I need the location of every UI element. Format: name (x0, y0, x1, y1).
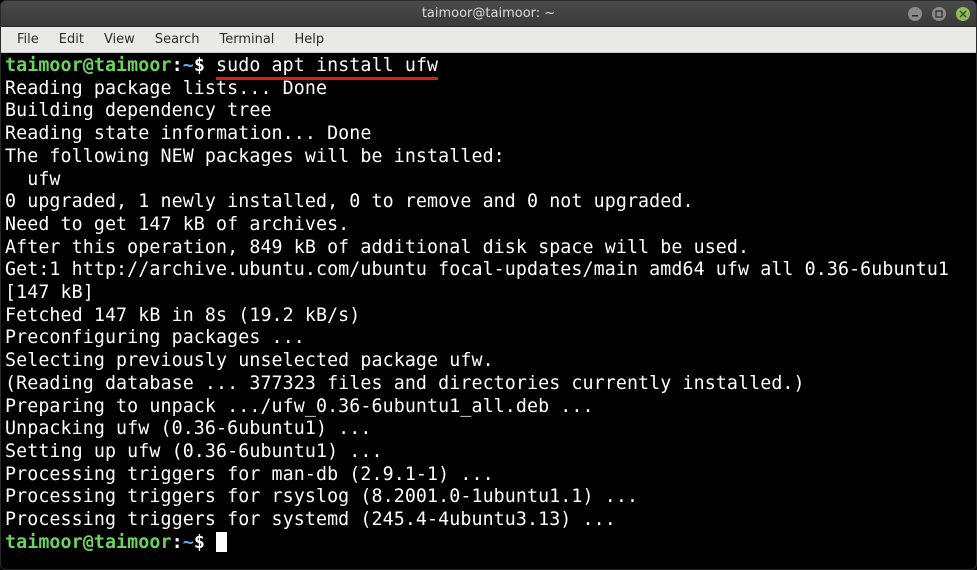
menu-file[interactable]: File (7, 28, 49, 51)
window-controls (908, 1, 970, 27)
output-line: Processing triggers for man-db (2.9.1-1)… (5, 464, 972, 487)
menu-view[interactable]: View (94, 28, 145, 51)
output-line: Building dependency tree (5, 100, 972, 123)
cursor-block (216, 532, 227, 552)
prompt-line-2: taimoor@taimoor:~$ (5, 532, 972, 555)
maximize-button[interactable] (932, 7, 946, 21)
prompt-path: ~ (183, 55, 194, 76)
prompt-colon: : (172, 532, 183, 553)
prompt-user-host: taimoor@taimoor (5, 55, 172, 76)
output-line: 0 upgraded, 1 newly installed, 0 to remo… (5, 191, 972, 214)
minimize-button[interactable] (908, 7, 922, 21)
output-line: After this operation, 849 kB of addition… (5, 237, 972, 260)
menu-search[interactable]: Search (145, 28, 210, 51)
window-title: taimoor@taimoor: ~ (422, 6, 555, 21)
menu-edit[interactable]: Edit (49, 28, 94, 51)
output-line: Reading package lists... Done (5, 78, 972, 101)
close-icon (959, 10, 967, 18)
menu-terminal[interactable]: Terminal (209, 28, 284, 51)
prompt-user-host: taimoor@taimoor (5, 532, 172, 553)
prompt-colon: : (172, 55, 183, 76)
output-line: (Reading database ... 377323 files and d… (5, 373, 972, 396)
output-line: Processing triggers for systemd (245.4-4… (5, 509, 972, 532)
output-line: Processing triggers for rsyslog (8.2001.… (5, 486, 972, 509)
output-line: Get:1 http://archive.ubuntu.com/ubuntu f… (5, 259, 972, 304)
prompt-dollar: $ (194, 532, 205, 553)
output-line: Need to get 147 kB of archives. (5, 214, 972, 237)
minimize-icon (911, 10, 919, 18)
command-text: sudo apt install ufw (216, 55, 438, 80)
output-line: Fetched 147 kB in 8s (19.2 kB/s) (5, 305, 972, 328)
output-line: Reading state information... Done (5, 123, 972, 146)
output-line: Preparing to unpack .../ufw_0.36-6ubuntu… (5, 396, 972, 419)
output-line: Preconfiguring packages ... (5, 327, 972, 350)
output-line: Setting up ufw (0.36-6ubuntu1) ... (5, 441, 972, 464)
output-line: Selecting previously unselected package … (5, 350, 972, 373)
prompt-dollar: $ (194, 55, 205, 76)
maximize-icon (935, 10, 943, 18)
output-line: The following NEW packages will be insta… (5, 146, 972, 169)
menu-help[interactable]: Help (284, 28, 334, 51)
prompt-line-1: taimoor@taimoor:~$ sudo apt install ufw (5, 55, 972, 78)
terminal-window: taimoor@taimoor: ~ File Edit View Search… (0, 0, 977, 570)
close-button[interactable] (956, 7, 970, 21)
titlebar: taimoor@taimoor: ~ (1, 1, 976, 27)
output-line: Unpacking ufw (0.36-6ubuntu1) ... (5, 418, 972, 441)
prompt-path: ~ (183, 532, 194, 553)
menubar: File Edit View Search Terminal Help (1, 27, 976, 53)
terminal-viewport[interactable]: taimoor@taimoor:~$ sudo apt install ufwR… (1, 53, 976, 569)
output-line: ufw (5, 169, 972, 192)
